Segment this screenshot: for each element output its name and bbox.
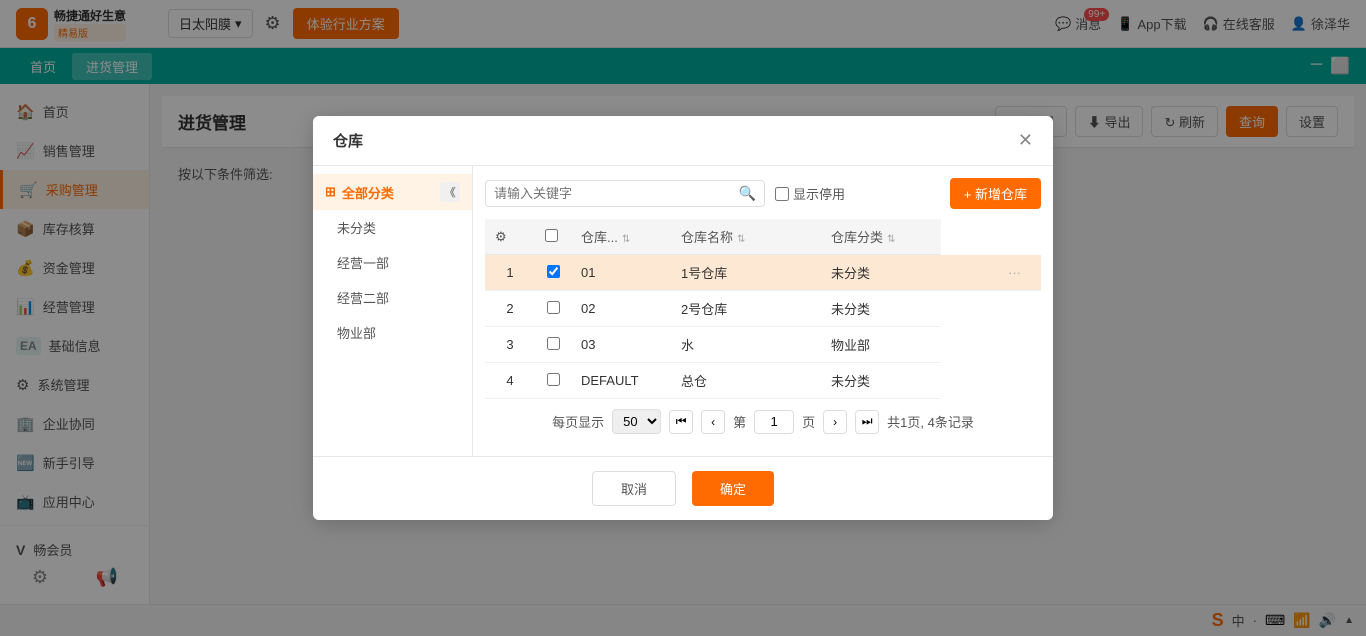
table-header-row: ⚙ 仓库...⇅ 仓库名称⇅ 仓库分类⇅ <box>485 219 1041 255</box>
category-panel: ⊞ 全部分类 《 未分类 经营一部 经营二部 物业部 <box>313 166 473 456</box>
sort-cat-icon: ⇅ <box>887 234 895 245</box>
last-page-button[interactable]: ⏭ <box>855 410 879 434</box>
table-panel: 🔍 显示停用 + 新增仓库 ⚙ 仓库. <box>473 166 1053 456</box>
row-name: 1号仓库 <box>671 255 821 291</box>
row-code: 03 <box>571 327 671 363</box>
modal-header: 仓库 ✕ <box>313 116 1053 166</box>
show-disabled-checkbox[interactable] <box>775 187 789 201</box>
row-checkbox[interactable] <box>547 301 560 314</box>
table-row: 3 03 水 物业部 <box>485 327 1041 363</box>
grid-icon: ⊞ <box>325 184 336 200</box>
pagination: 每页显示 50 ⏮ ‹ 第 页 › ⏭ 共1页, 4条记录 <box>485 399 1041 444</box>
select-all-checkbox[interactable] <box>545 229 558 242</box>
page-number-input[interactable] <box>754 410 794 434</box>
modal-close-button[interactable]: ✕ <box>1018 130 1033 151</box>
col-category-header[interactable]: 仓库分类⇅ <box>821 219 941 255</box>
row-checkbox-cell <box>535 363 571 399</box>
search-icon[interactable]: 🔍 <box>739 185 756 202</box>
col-checkbox <box>535 219 571 255</box>
modal-body: ⊞ 全部分类 《 未分类 经营一部 经营二部 物业部 🔍 <box>313 166 1053 456</box>
search-input[interactable] <box>494 186 739 201</box>
page-suffix: 页 <box>802 412 815 431</box>
all-categories-item[interactable]: ⊞ 全部分类 《 <box>313 174 472 210</box>
category-item-ops2[interactable]: 经营二部 <box>313 280 472 315</box>
search-input-wrap[interactable]: 🔍 <box>485 180 765 207</box>
row-code: 01 <box>571 255 671 291</box>
col-settings: ⚙ <box>485 219 535 255</box>
table-body: 1 01 1号仓库 未分类 ··· 2 02 2号仓库 未分类 3 03 水 物… <box>485 255 1041 399</box>
table-header: ⚙ 仓库...⇅ 仓库名称⇅ 仓库分类⇅ <box>485 219 1041 255</box>
row-category: 未分类 <box>821 255 941 291</box>
row-seq: 2 <box>485 291 535 327</box>
category-item-property[interactable]: 物业部 <box>313 315 472 350</box>
first-page-button[interactable]: ⏮ <box>669 410 693 434</box>
modal-footer: 取消 确定 <box>313 456 1053 520</box>
per-page-label: 每页显示 <box>552 412 604 431</box>
row-name: 总仓 <box>671 363 821 399</box>
row-checkbox-cell <box>535 291 571 327</box>
category-item-ops1[interactable]: 经营一部 <box>313 245 472 280</box>
warehouse-modal: 仓库 ✕ ⊞ 全部分类 《 未分类 经营一部 经营二部 物业部 <box>313 116 1053 520</box>
row-name: 2号仓库 <box>671 291 821 327</box>
col-name-header[interactable]: 仓库名称⇅ <box>671 219 821 255</box>
per-page-select[interactable]: 50 <box>612 409 661 434</box>
row-seq: 1 <box>485 255 535 291</box>
all-categories-label: 全部分类 <box>342 183 394 202</box>
confirm-button[interactable]: 确定 <box>692 471 774 506</box>
category-item-unclassified[interactable]: 未分类 <box>313 210 472 245</box>
row-checkbox-cell <box>535 327 571 363</box>
row-code: DEFAULT <box>571 363 671 399</box>
collapse-button[interactable]: 《 <box>440 182 460 202</box>
row-checkbox-cell <box>535 255 571 291</box>
row-seq: 3 <box>485 327 535 363</box>
show-disabled-text: 显示停用 <box>793 184 845 203</box>
table-row: 4 DEFAULT 总仓 未分类 <box>485 363 1041 399</box>
page-prefix: 第 <box>733 412 746 431</box>
row-seq: 4 <box>485 363 535 399</box>
row-code: 02 <box>571 291 671 327</box>
cancel-button[interactable]: 取消 <box>592 471 676 506</box>
row-checkbox[interactable] <box>547 337 560 350</box>
show-disabled-label[interactable]: 显示停用 <box>775 184 845 203</box>
total-label: 共1页, 4条记录 <box>887 412 974 431</box>
table-row: 2 02 2号仓库 未分类 <box>485 291 1041 327</box>
row-category: 未分类 <box>821 291 941 327</box>
row-checkbox[interactable] <box>547 265 560 278</box>
prev-page-button[interactable]: ‹ <box>701 410 725 434</box>
next-page-button[interactable]: › <box>823 410 847 434</box>
new-warehouse-button[interactable]: + 新增仓库 <box>950 178 1041 209</box>
sort-code-icon: ⇅ <box>622 234 630 245</box>
row-action[interactable]: ··· <box>941 255 1041 291</box>
row-checkbox[interactable] <box>547 373 560 386</box>
modal-overlay[interactable]: 仓库 ✕ ⊞ 全部分类 《 未分类 经营一部 经营二部 物业部 <box>0 0 1366 636</box>
row-category: 未分类 <box>821 363 941 399</box>
modal-title: 仓库 <box>333 130 363 151</box>
row-name: 水 <box>671 327 821 363</box>
modal-toolbar: 🔍 显示停用 + 新增仓库 <box>485 178 1041 209</box>
col-code-header[interactable]: 仓库...⇅ <box>571 219 671 255</box>
row-category: 物业部 <box>821 327 941 363</box>
sort-name-icon: ⇅ <box>737 234 745 245</box>
table-row: 1 01 1号仓库 未分类 ··· <box>485 255 1041 291</box>
warehouse-table: ⚙ 仓库...⇅ 仓库名称⇅ 仓库分类⇅ <box>485 219 1041 399</box>
